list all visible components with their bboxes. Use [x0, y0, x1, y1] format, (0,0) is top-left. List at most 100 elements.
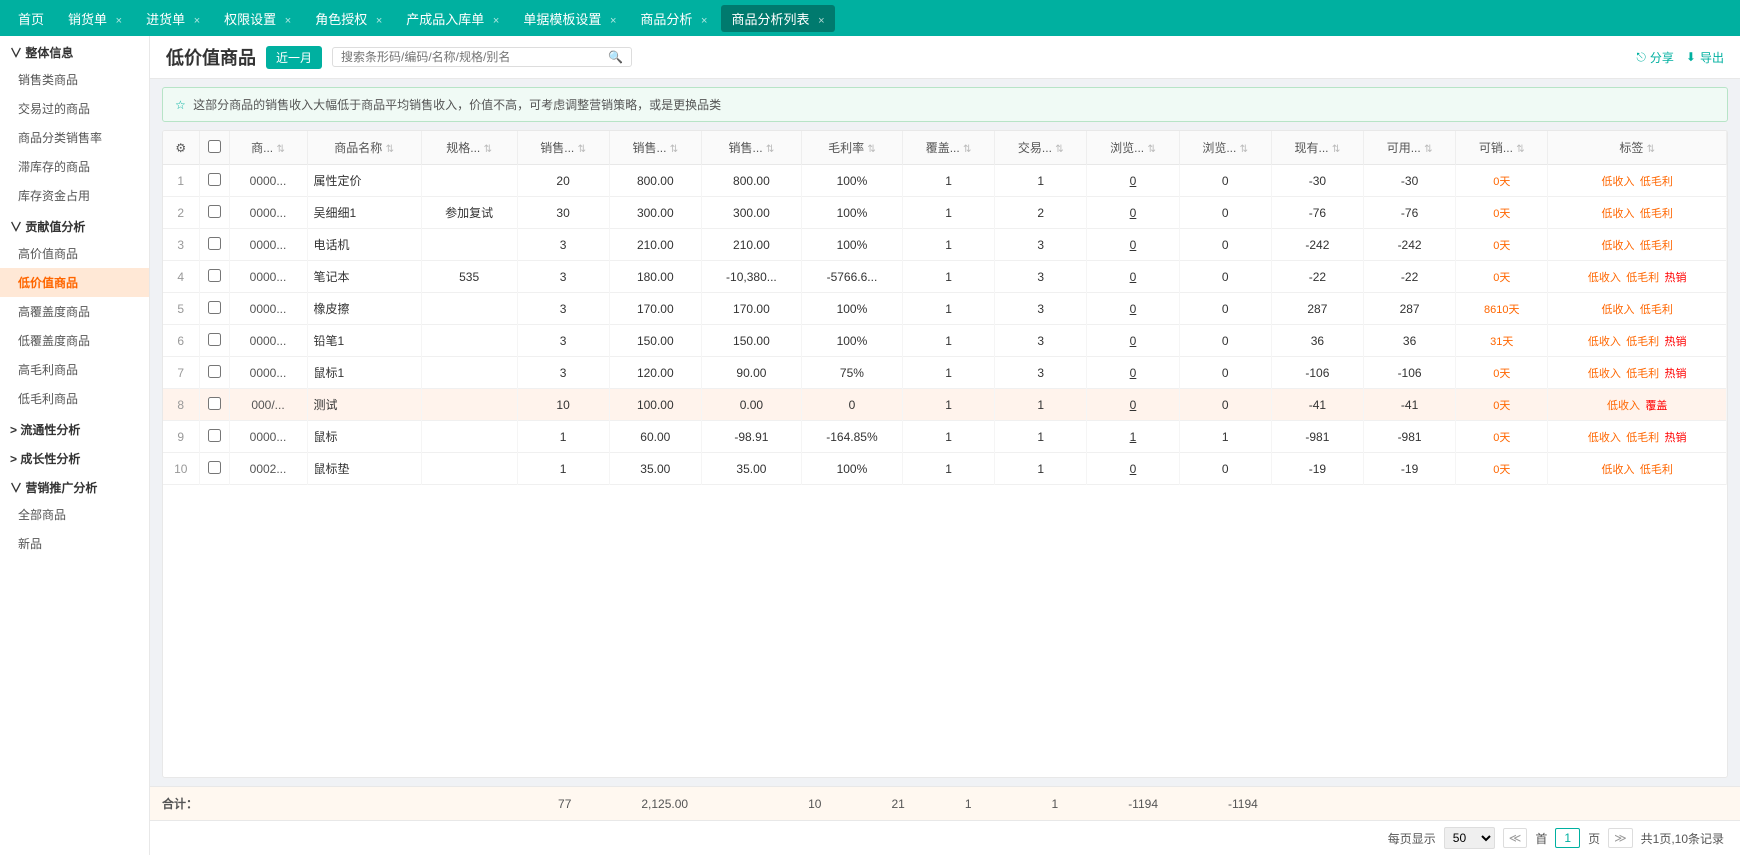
row-checkbox[interactable] — [208, 237, 221, 250]
cell-view1[interactable]: 0 — [1087, 261, 1179, 293]
th-qty[interactable]: 销售... ⇅ — [517, 131, 609, 165]
sidebar-group-contribution[interactable]: ∨ 贡献值分析 — [0, 210, 149, 239]
th-saleable[interactable]: 可销... ⇅ — [1456, 131, 1548, 165]
total-info: 共1页,10条记录 — [1641, 830, 1724, 847]
data-table-wrapper[interactable]: ⚙ 商... ⇅ 商品名称 ⇅ 规格... ⇅ 销售... ⇅ 销售... ⇅ … — [162, 130, 1728, 778]
row-checkbox[interactable] — [208, 429, 221, 442]
row-checkbox[interactable] — [208, 173, 221, 186]
nav-purchase[interactable]: 进货单 × — [136, 5, 210, 32]
nav-product-analysis[interactable]: 商品分析 × — [630, 5, 717, 32]
page-first-btn[interactable]: ≪ — [1503, 828, 1528, 848]
nav-permission-close[interactable]: × — [285, 15, 291, 27]
cell-view1[interactable]: 0 — [1087, 453, 1179, 485]
page-next-btn[interactable]: ≫ — [1608, 828, 1633, 848]
nav-sales[interactable]: 销货单 × — [58, 5, 132, 32]
th-name[interactable]: 商品名称 ⇅ — [307, 131, 421, 165]
row-checkbox[interactable] — [208, 269, 221, 282]
nav-template[interactable]: 单据模板设置 × — [513, 5, 626, 32]
nav-product-stock-close[interactable]: × — [493, 15, 499, 27]
cell-check[interactable] — [199, 453, 229, 485]
cell-view1[interactable]: 0 — [1087, 357, 1179, 389]
cell-view1[interactable]: 1 — [1087, 421, 1179, 453]
nav-home[interactable]: 首页 — [8, 5, 54, 32]
cell-view2: 1 — [1179, 421, 1271, 453]
cell-check[interactable] — [199, 325, 229, 357]
nav-product-analysis-close[interactable]: × — [701, 15, 707, 27]
nav-purchase-close[interactable]: × — [194, 15, 200, 27]
nav-role[interactable]: 角色授权 × — [305, 5, 392, 32]
share-button[interactable]: ⎋ 分享 — [1636, 49, 1674, 66]
th-setting[interactable]: ⚙ — [163, 131, 199, 165]
nav-product-analysis-list[interactable]: 商品分析列表 × — [721, 5, 834, 32]
cell-check[interactable] — [199, 229, 229, 261]
nav-product-stock[interactable]: 产成品入库单 × — [396, 5, 509, 32]
sidebar-item-traded-products[interactable]: 交易过的商品 — [0, 94, 149, 123]
sidebar-item-low-coverage[interactable]: 低覆盖度商品 — [0, 326, 149, 355]
sidebar-item-new-products[interactable]: 新品 — [0, 529, 149, 558]
th-stock[interactable]: 现有... ⇅ — [1271, 131, 1363, 165]
th-spec[interactable]: 规格... ⇅ — [421, 131, 517, 165]
nav-sales-close[interactable]: × — [116, 15, 122, 27]
cell-view1[interactable]: 0 — [1087, 197, 1179, 229]
th-tags[interactable]: 标签 ⇅ — [1548, 131, 1727, 165]
th-price[interactable]: 销售... ⇅ — [609, 131, 701, 165]
footer-deal: 21 — [891, 797, 904, 811]
sidebar-item-low-margin[interactable]: 低毛利商品 — [0, 384, 149, 413]
cell-check[interactable] — [199, 357, 229, 389]
cell-check[interactable] — [199, 261, 229, 293]
nav-permission[interactable]: 权限设置 × — [214, 5, 301, 32]
export-button[interactable]: ⬇ 导出 — [1686, 49, 1724, 66]
sidebar-item-stock-funds[interactable]: 库存资金占用 — [0, 181, 149, 210]
cell-deal: 3 — [995, 261, 1087, 293]
sidebar-item-all-products[interactable]: 全部商品 — [0, 500, 149, 529]
row-checkbox[interactable] — [208, 365, 221, 378]
footer-stock: -1194 — [1128, 797, 1158, 811]
sidebar-item-high-margin[interactable]: 高毛利商品 — [0, 355, 149, 384]
period-button[interactable]: 近一月 — [266, 46, 322, 69]
nav-product-analysis-list-close[interactable]: × — [818, 15, 824, 27]
sidebar-item-sales-products[interactable]: 销售类商品 — [0, 65, 149, 94]
sidebar-item-low-value[interactable]: 低价值商品 — [0, 268, 149, 297]
nav-role-close[interactable]: × — [376, 15, 382, 27]
cell-view1[interactable]: 0 — [1087, 165, 1179, 197]
cell-view1[interactable]: 0 — [1087, 389, 1179, 421]
cell-cover: 1 — [902, 357, 994, 389]
tag: 低收入 — [1602, 205, 1635, 221]
sidebar-group-marketing[interactable]: ∨ 营销推广分析 — [0, 471, 149, 500]
th-total[interactable]: 销售... ⇅ — [701, 131, 801, 165]
sidebar-item-high-coverage[interactable]: 高覆盖度商品 — [0, 297, 149, 326]
nav-template-close[interactable]: × — [610, 15, 616, 27]
row-checkbox[interactable] — [208, 333, 221, 346]
th-deal[interactable]: 交易... ⇅ — [995, 131, 1087, 165]
cell-view1[interactable]: 0 — [1087, 325, 1179, 357]
row-checkbox[interactable] — [208, 205, 221, 218]
cell-view1[interactable]: 0 — [1087, 229, 1179, 261]
row-checkbox[interactable] — [208, 301, 221, 314]
sidebar-group-flow[interactable]: > 流通性分析 — [0, 413, 149, 442]
th-view2[interactable]: 浏览... ⇅ — [1179, 131, 1271, 165]
cell-check[interactable] — [199, 389, 229, 421]
th-avail[interactable]: 可用... ⇅ — [1363, 131, 1455, 165]
cell-check[interactable] — [199, 421, 229, 453]
th-cover[interactable]: 覆盖... ⇅ — [902, 131, 994, 165]
th-margin[interactable]: 毛利率 ⇅ — [801, 131, 902, 165]
per-page-select[interactable]: 50 100 200 — [1444, 827, 1495, 849]
sidebar-group-growth[interactable]: > 成长性分析 — [0, 442, 149, 471]
cell-view1[interactable]: 0 — [1087, 293, 1179, 325]
th-view1[interactable]: 浏览... ⇅ — [1087, 131, 1179, 165]
select-all-checkbox[interactable] — [208, 140, 221, 153]
row-checkbox[interactable] — [208, 397, 221, 410]
sidebar-item-category-sales[interactable]: 商品分类销售率 — [0, 123, 149, 152]
search-input[interactable] — [341, 50, 608, 64]
cell-check[interactable] — [199, 293, 229, 325]
th-code[interactable]: 商... ⇅ — [229, 131, 307, 165]
cell-check[interactable] — [199, 165, 229, 197]
row-checkbox[interactable] — [208, 461, 221, 474]
cell-check[interactable] — [199, 197, 229, 229]
sidebar-group-overall[interactable]: ∨ 整体信息 — [0, 36, 149, 65]
sidebar-item-high-value[interactable]: 高价值商品 — [0, 239, 149, 268]
tag: 热销 — [1665, 333, 1687, 349]
search-icon[interactable]: 🔍 — [608, 50, 623, 64]
th-check[interactable] — [199, 131, 229, 165]
sidebar-item-slow-stock[interactable]: 滞库存的商品 — [0, 152, 149, 181]
